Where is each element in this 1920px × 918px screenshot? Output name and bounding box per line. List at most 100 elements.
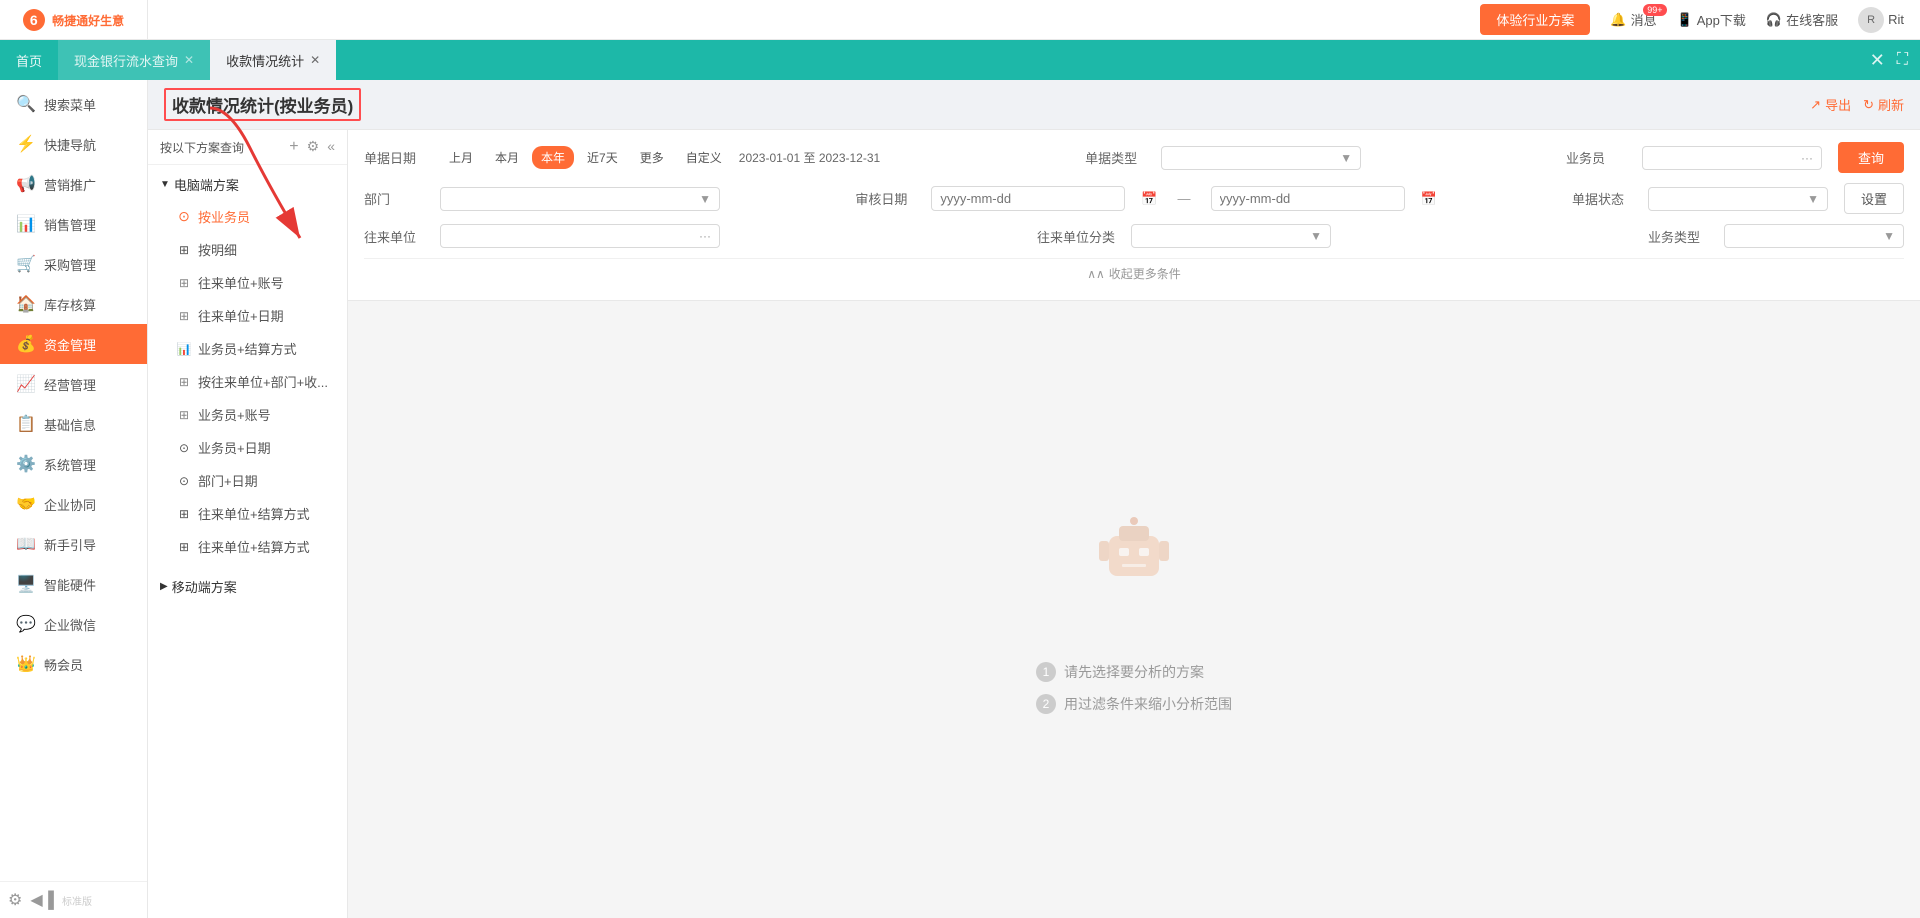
sales-icon: 📊 <box>16 214 36 234</box>
salesperson-select[interactable]: ··· <box>1642 146 1822 170</box>
partner-cat-select[interactable]: ▼ <box>1131 224 1331 248</box>
hint-item-1: 1 请先选择要分析的方案 <box>1036 662 1204 682</box>
status-arrow: ▼ <box>1807 192 1819 206</box>
partner-select[interactable]: ··· <box>440 224 720 248</box>
voucher-type-select[interactable]: ▼ <box>1161 146 1361 170</box>
tab-close-all[interactable]: ✕ <box>1870 50 1885 71</box>
sidebar-item-system[interactable]: ⚙️ 系统管理 <box>0 444 147 484</box>
sidebar-item-management[interactable]: 📈 经营管理 <box>0 364 147 404</box>
content-body: 1 请先选择要分析的方案 2 用过滤条件来缩小分析范围 <box>348 301 1920 918</box>
page-actions: ↗ 导出 ↻ 刷新 <box>1810 95 1904 114</box>
dept-select[interactable]: ▼ <box>440 187 720 211</box>
scheme-item-salesperson[interactable]: ⊙ 按业务员 <box>148 200 347 233</box>
tab-receipts[interactable]: 收款情况统计 ✕ <box>210 40 336 80</box>
mobile-scheme-group: ▶ 移动端方案 <box>148 567 347 606</box>
chevron-up-icon: ∧∧ <box>1087 267 1105 281</box>
search-icon: 🔍 <box>16 94 36 114</box>
app-download-btn[interactable]: 📱 App下载 <box>1677 10 1746 29</box>
scheme-item-partner-settle2[interactable]: ⊞ 往来单位+结算方式 <box>148 530 347 563</box>
page-header: 收款情况统计(按业务员) ↗ 导出 ↻ 刷新 <box>148 80 1920 130</box>
inventory-icon: 🏠 <box>16 294 36 314</box>
scheme-item-detail[interactable]: ⊞ 按明细 <box>148 233 347 266</box>
tab-maximize[interactable]: ⛶ <box>1897 51 1908 69</box>
scheme-item-partner-date[interactable]: ⊞ 往来单位+日期 <box>148 299 347 332</box>
trial-btn[interactable]: 体验行业方案 <box>1480 4 1590 35</box>
basic-icon: 📋 <box>16 414 36 434</box>
voucher-type-label: 单据类型 <box>1085 148 1145 167</box>
scheme-collapse-btn[interactable]: « <box>327 138 335 156</box>
tab-home[interactable]: 首页 <box>0 40 58 80</box>
filter-row-1: 单据日期 上月 本月 本年 近7天 更多 自定义 2023-01-01 至 20… <box>364 142 1904 173</box>
query-btn[interactable]: 查询 <box>1838 142 1904 173</box>
sidebar-item-vip[interactable]: 👑 畅会员 <box>0 644 147 684</box>
sidebar-item-finance[interactable]: 💰 资金管理 <box>0 324 147 364</box>
purchase-icon: 🛒 <box>16 254 36 274</box>
app-header: 6 畅捷通好生意 <box>0 0 148 40</box>
dept-label: 部门 <box>364 189 424 208</box>
scheme-item-partner-settle1[interactable]: ⊞ 往来单位+结算方式 <box>148 497 347 530</box>
biz-type-select[interactable]: ▼ <box>1724 224 1904 248</box>
mobile-group-title[interactable]: ▶ 移动端方案 <box>148 571 347 602</box>
sidebar-item-hardware[interactable]: 🖥️ 智能硬件 <box>0 564 147 604</box>
calendar-icon-from[interactable]: 📅 <box>1141 191 1157 207</box>
sidebar-item-guide[interactable]: 📖 新手引导 <box>0 524 147 564</box>
collapse-sidebar-icon[interactable]: ◀▐ <box>30 890 54 910</box>
refresh-btn[interactable]: ↻ 刷新 <box>1863 95 1904 114</box>
export-btn[interactable]: ↗ 导出 <box>1810 95 1851 114</box>
collapse-btn[interactable]: ∧∧ 收起更多条件 <box>364 258 1904 288</box>
tab-cashflow[interactable]: 现金银行流水查询 ✕ <box>58 40 210 80</box>
sidebar-item-inventory[interactable]: 🏠 库存核算 <box>0 284 147 324</box>
sidebar-item-corp[interactable]: 🤝 企业协同 <box>0 484 147 524</box>
chevron-down-icon: ▼ <box>160 179 170 190</box>
scheme-icon-ss: 📊 <box>176 341 192 357</box>
calendar-icon-to[interactable]: 📅 <box>1421 191 1437 207</box>
review-date-from[interactable] <box>931 186 1125 211</box>
settings-bottom-icon[interactable]: ⚙ <box>8 890 22 910</box>
date-tab-this-year[interactable]: 本年 <box>532 146 574 169</box>
sidebar-item-search[interactable]: 🔍 搜索菜单 <box>0 84 147 124</box>
system-icon: ⚙️ <box>16 454 36 474</box>
scheme-add-btn[interactable]: + <box>289 138 298 156</box>
scheme-icon-pa: ⊞ <box>176 275 192 291</box>
scheme-item-sales-account[interactable]: ⊞ 业务员+账号 <box>148 398 347 431</box>
scheme-icon-dd: ⊙ <box>176 473 192 489</box>
date-dash: — <box>1178 191 1191 206</box>
sidebar-item-basic[interactable]: 📋 基础信息 <box>0 404 147 444</box>
messages-btn[interactable]: 🔔 消息 99+ <box>1610 10 1656 29</box>
sidebar-item-nav[interactable]: ⚡ 快捷导航 <box>0 124 147 164</box>
date-tab-7days[interactable]: 近7天 <box>578 146 627 169</box>
user-avatar[interactable]: R Rit <box>1858 7 1904 33</box>
date-tab-custom[interactable]: 自定义 <box>677 146 731 169</box>
dept-arrow: ▼ <box>699 192 711 206</box>
desktop-scheme-group: ▼ 电脑端方案 ⊙ 按业务员 ⊞ 按明细 ⊞ 往 <box>148 165 347 567</box>
set-btn[interactable]: 设置 <box>1844 183 1904 214</box>
scheme-item-partner-dept[interactable]: ⊞ 按往来单位+部门+收... <box>148 365 347 398</box>
tab-receipts-close[interactable]: ✕ <box>310 53 320 67</box>
scheme-item-dept-date[interactable]: ⊙ 部门+日期 <box>148 464 347 497</box>
date-tab-last-month[interactable]: 上月 <box>440 146 482 169</box>
desktop-group-title[interactable]: ▼ 电脑端方案 <box>148 169 347 200</box>
online-service-btn[interactable]: 🎧 在线客服 <box>1766 10 1838 29</box>
scheme-icon-sa: ⊞ <box>176 407 192 423</box>
management-icon: 📈 <box>16 374 36 394</box>
wechat-icon: 💬 <box>16 614 36 634</box>
sidebar: 🔍 搜索菜单 ⚡ 快捷导航 📢 营销推广 📊 销售管理 🛒 采购管理 <box>0 80 148 918</box>
tab-cashflow-close[interactable]: ✕ <box>184 53 194 67</box>
scheme-settings-btn[interactable]: ⚙ <box>307 138 320 156</box>
scheme-item-sales-settle[interactable]: 📊 业务员+结算方式 <box>148 332 347 365</box>
scheme-icon-detail: ⊞ <box>176 242 192 258</box>
scheme-item-partner-account[interactable]: ⊞ 往来单位+账号 <box>148 266 347 299</box>
date-tab-more[interactable]: 更多 <box>631 146 673 169</box>
sidebar-item-purchase[interactable]: 🛒 采购管理 <box>0 244 147 284</box>
partner-more-icon[interactable]: ··· <box>699 229 711 243</box>
scheme-item-sales-date[interactable]: ⊙ 业务员+日期 <box>148 431 347 464</box>
page-title: 收款情况统计(按业务员) <box>164 88 361 121</box>
sidebar-item-wechat[interactable]: 💬 企业微信 <box>0 604 147 644</box>
voucher-status-label: 单据状态 <box>1572 189 1632 208</box>
scheme-header: 按以下方案查询 + ⚙ « <box>148 130 347 165</box>
sidebar-item-marketing[interactable]: 📢 营销推广 <box>0 164 147 204</box>
sidebar-item-sales[interactable]: 📊 销售管理 <box>0 204 147 244</box>
date-tab-this-month[interactable]: 本月 <box>486 146 528 169</box>
voucher-status-select[interactable]: ▼ <box>1648 187 1828 211</box>
review-date-to[interactable] <box>1211 186 1405 211</box>
